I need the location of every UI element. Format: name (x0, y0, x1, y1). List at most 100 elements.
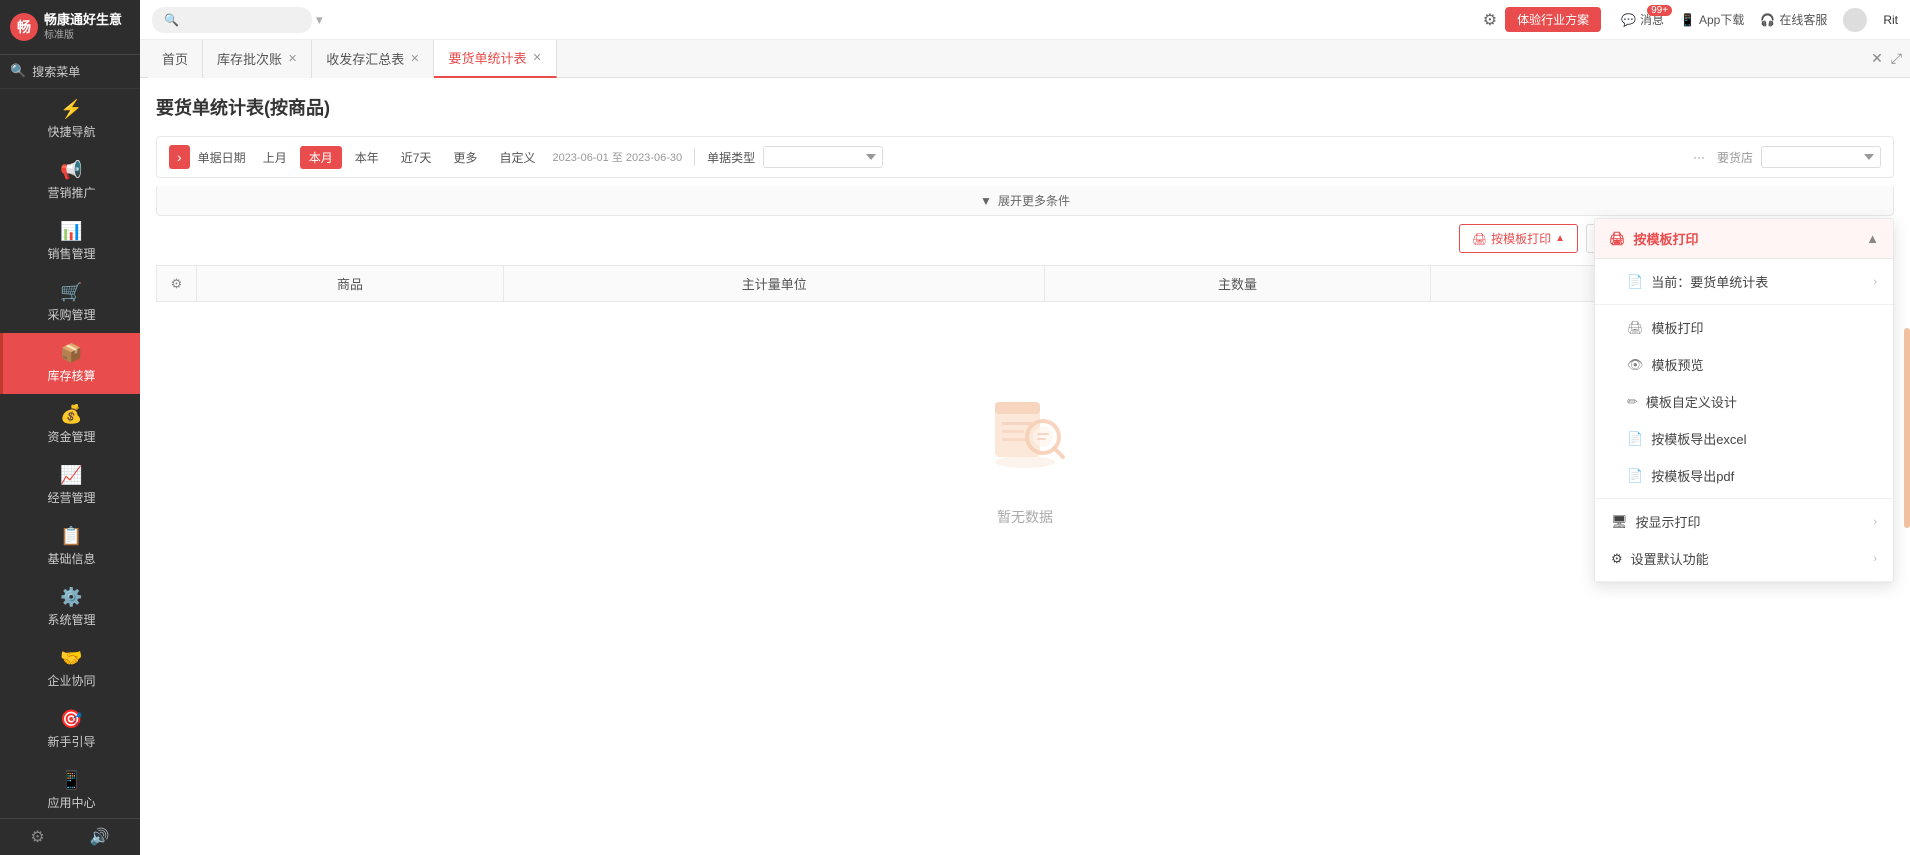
tab-inventory-batch-close[interactable]: ✕ (288, 52, 297, 65)
tab-maximize-btn[interactable]: ⤢ (1891, 50, 1902, 67)
table-header-unit: 主计量单位 (503, 266, 1045, 302)
date-btn-more[interactable]: 更多 (444, 146, 486, 169)
purchase-icon: 🛒 (60, 282, 82, 303)
sidebar-search[interactable]: 🔍 搜索菜单 (0, 55, 140, 89)
dropdown-item-left-pdf: 📄 按模板导出pdf (1627, 466, 1734, 485)
sidebar-item-system[interactable]: ⚙️ 系统管理 (0, 577, 140, 638)
dropdown-item-template-custom[interactable]: ✏ 模板自定义设计 (1595, 383, 1893, 420)
username-label: Rit (1883, 13, 1898, 27)
topbar: 🔍 ▾ ⚙ 体验行业方案 💬 消息 99+ 📱 App下载 🎧 在线客服 (140, 0, 1910, 40)
enterprise-icon: 🤝 (60, 648, 82, 669)
tab-receipt-summary-label: 收发存汇总表 (326, 49, 404, 68)
topbar-gear-icon[interactable]: ⚙ (1483, 10, 1497, 30)
finance-icon: 💰 (60, 404, 82, 425)
date-filter-label: 单据日期 (198, 149, 246, 166)
print-dropdown-panel: 🖨 按模板打印 ▲ 📄 当前：要货单统计表 › (1594, 218, 1894, 583)
settings-bottom-btn[interactable]: ⚙ (30, 827, 44, 847)
tabs-bar: 首页 库存批次账 ✕ 收发存汇总表 ✕ 要货单统计表 ✕ ✕ ⤢ (140, 40, 1910, 78)
sales-icon: 📊 (60, 221, 82, 242)
date-btn-this-month[interactable]: 本月 (300, 146, 342, 169)
tab-order-stats[interactable]: 要货单统计表 ✕ (434, 40, 556, 78)
template-custom-label: 模板自定义设计 (1646, 392, 1737, 411)
right-scrollbar[interactable] (1904, 328, 1910, 528)
newbie-icon: 🎯 (60, 709, 82, 730)
expand-icon: ▼ (980, 194, 992, 208)
customer-service-action[interactable]: 🎧 在线客服 (1760, 11, 1827, 28)
sidebar-item-app[interactable]: 📱 应用中心 (0, 760, 140, 818)
main-area: 🔍 ▾ ⚙ 体验行业方案 💬 消息 99+ 📱 App下载 🎧 在线客服 (140, 0, 1910, 855)
avatar-image (1843, 8, 1867, 32)
sidebar-item-label: 经营管理 (47, 489, 95, 506)
set-default-arrow: › (1873, 553, 1877, 565)
template-preview-icon: 👁 (1627, 357, 1644, 373)
date-btn-last-month[interactable]: 上月 (254, 146, 296, 169)
tab-receipt-summary-close[interactable]: ✕ (410, 52, 419, 65)
sidebar: 畅 畅康通好生意 标准版 🔍 搜索菜单 ⚡ 快捷导航 📢 营销推广 📊 销售管理… (0, 0, 140, 855)
expand-conditions-bar[interactable]: ▼ 展开更多条件 (156, 186, 1894, 216)
trial-button[interactable]: 体验行业方案 (1505, 7, 1601, 32)
sidebar-item-operation[interactable]: 📈 经营管理 (0, 455, 140, 516)
dropdown-current-left: 📄 当前：要货单统计表 (1627, 272, 1768, 291)
print-template-button[interactable]: 🖨 按模板打印 ▲ (1459, 224, 1578, 253)
sidebar-item-newbie[interactable]: 🎯 新手引导 (0, 699, 140, 760)
yaohuodian-label: 要货店 (1717, 149, 1753, 166)
tab-receipt-summary[interactable]: 收发存汇总表 ✕ (312, 40, 434, 78)
filter-expand-button[interactable]: › (169, 145, 190, 169)
dropdown-header-close[interactable]: ▲ (1866, 231, 1879, 246)
sidebar-item-basic[interactable]: 📋 基础信息 (0, 516, 140, 577)
page-content: 要货单统计表(按商品) › 单据日期 上月 本月 本年 近7天 更多 自定义 2… (140, 78, 1910, 855)
template-print-icon: 🖨 (1627, 320, 1644, 336)
sidebar-item-marketing[interactable]: 📢 营销推广 (0, 150, 140, 211)
dropdown-current-section: 📄 当前：要货单统计表 › (1595, 259, 1893, 305)
dropdown-current-template[interactable]: 📄 当前：要货单统计表 › (1595, 263, 1893, 300)
dropdown-item-export-excel[interactable]: 📄 按模板导出excel (1595, 420, 1893, 457)
filter-bar: › 单据日期 上月 本月 本年 近7天 更多 自定义 2023-06-01 至 … (156, 136, 1894, 178)
sidebar-item-sales[interactable]: 📊 销售管理 (0, 211, 140, 272)
volume-bottom-btn[interactable]: 🔊 (90, 827, 110, 847)
tab-home[interactable]: 首页 (148, 40, 203, 78)
dropdown-item-template-print[interactable]: 🖨 模板打印 (1595, 309, 1893, 346)
date-btn-custom[interactable]: 自定义 (490, 146, 544, 169)
sidebar-item-enterprise[interactable]: 🤝 企业协同 (0, 638, 140, 699)
empty-text: 暂无数据 (997, 507, 1053, 527)
search-icon: 🔍 (10, 63, 26, 79)
filter-more-icon[interactable]: ··· (1693, 150, 1705, 164)
dropdown-sub-display-print[interactable]: 🖥 按显示打印 › (1595, 503, 1893, 540)
sidebar-item-label: 应用中心 (47, 794, 95, 811)
user-avatar[interactable] (1843, 8, 1867, 32)
table-gear-icon[interactable]: ⚙ (171, 276, 183, 291)
app-download-action[interactable]: 📱 App下载 (1680, 11, 1744, 28)
dropdown-item-export-pdf[interactable]: 📄 按模板导出pdf (1595, 457, 1893, 494)
table-header-quantity: 主数量 (1045, 266, 1430, 302)
date-btn-last-7-days[interactable]: 近7天 (392, 146, 441, 169)
export-excel-label: 按模板导出excel (1651, 429, 1746, 448)
display-print-icon: 🖥 (1611, 514, 1628, 530)
tab-inventory-batch-label: 库存批次账 (217, 49, 282, 68)
sidebar-item-quick-nav[interactable]: ⚡ 快捷导航 (0, 89, 140, 150)
sidebar-item-inventory[interactable]: 📦 库存核算 (0, 333, 140, 394)
dropdown-item-left-excel: 📄 按模板导出excel (1627, 429, 1747, 448)
sidebar-item-label: 系统管理 (47, 611, 95, 628)
sidebar-item-finance[interactable]: 💰 资金管理 (0, 394, 140, 455)
dropdown-item-template-preview[interactable]: 👁 模板预览 (1595, 346, 1893, 383)
dropdown-arrow-icon[interactable]: ▾ (316, 12, 323, 28)
table-header-settings[interactable]: ⚙ (157, 266, 197, 302)
sidebar-item-purchase[interactable]: 🛒 采购管理 (0, 272, 140, 333)
date-btn-this-year[interactable]: 本年 (346, 146, 388, 169)
sidebar-item-label: 营销推广 (47, 184, 95, 201)
expand-conditions-label: 展开更多条件 (998, 192, 1070, 209)
tab-order-stats-close[interactable]: ✕ (533, 51, 542, 64)
tab-close-all-btn[interactable]: ✕ (1871, 50, 1883, 67)
template-preview-label: 模板预览 (1652, 355, 1704, 374)
type-filter-label: 单据类型 (707, 149, 755, 166)
yaohuodian-select[interactable] (1761, 146, 1881, 168)
tab-inventory-batch[interactable]: 库存批次账 ✕ (203, 40, 312, 78)
sidebar-item-label: 销售管理 (47, 245, 95, 262)
dropdown-title: 按模板打印 (1634, 229, 1699, 248)
topbar-search-box[interactable]: 🔍 (152, 7, 312, 33)
dropdown-sub-set-default[interactable]: ⚙ 设置默认功能 › (1595, 540, 1893, 577)
message-action[interactable]: 💬 消息 99+ (1621, 11, 1664, 28)
tab-order-stats-label: 要货单统计表 (448, 48, 526, 67)
type-filter-select[interactable] (763, 146, 883, 168)
headset-icon: 🎧 (1760, 13, 1775, 27)
